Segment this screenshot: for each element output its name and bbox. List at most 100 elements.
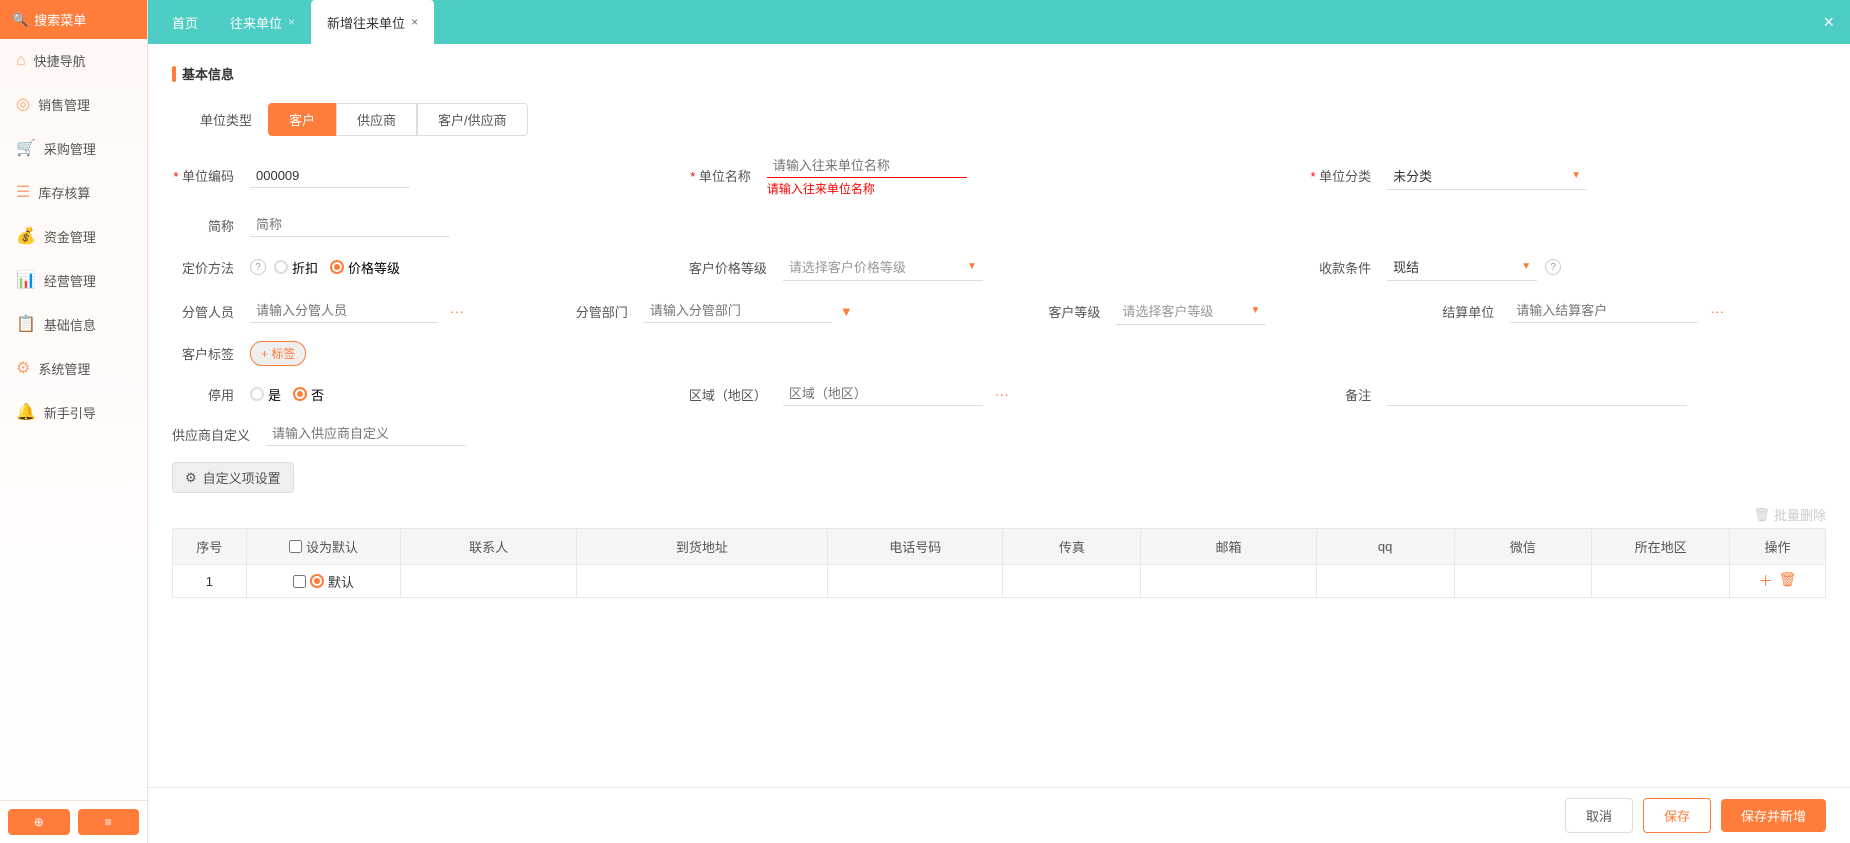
field-supplier-custom: 供应商自定义 (172, 422, 1826, 446)
customer-level-label: 客户等级 (1038, 302, 1108, 321)
unit-btn-supplier[interactable]: 供应商 (336, 103, 417, 136)
sidebar-item-system[interactable]: ⚙ 系统管理 (0, 346, 147, 390)
save-button[interactable]: 保存 (1643, 798, 1711, 833)
remark-input[interactable] (1387, 382, 1687, 406)
tab-contacts[interactable]: 往来单位 × (214, 0, 311, 44)
tab-new-contact[interactable]: 新增往来单位 × (311, 0, 434, 44)
customer-level-select[interactable]: 请选择客户等级 ▼ (1116, 297, 1266, 325)
qq-input[interactable] (1355, 574, 1415, 589)
default-label: 默认 (328, 572, 354, 591)
cell-qq[interactable] (1316, 565, 1454, 598)
short-name-input[interactable] (250, 213, 450, 237)
address-input[interactable] (642, 574, 762, 589)
email-input[interactable] (1188, 574, 1268, 589)
custom-settings-button[interactable]: ⚙ 自定义项设置 (172, 462, 294, 493)
region-cell-input[interactable] (1631, 574, 1691, 589)
inventory-icon: ☰ (16, 182, 30, 202)
sidebar-item-inventory[interactable]: ☰ 库存核算 (0, 170, 147, 214)
radio-no[interactable]: 否 (293, 385, 324, 404)
bottom-bar: 取消 保存 保存并新增 (148, 787, 1850, 843)
batch-delete-label[interactable]: 批量删除 (1774, 505, 1826, 524)
unit-name-input[interactable] (767, 154, 967, 178)
col-action: 操作 (1730, 529, 1826, 565)
region-dots-btn[interactable]: ··· (991, 386, 1013, 402)
pricing-radio-group: 折扣 价格等级 (274, 258, 400, 277)
region-input[interactable] (783, 382, 983, 406)
settlement-dots-btn[interactable]: ··· (1706, 303, 1728, 319)
wechat-input[interactable] (1493, 574, 1553, 589)
row-disable: 停用 是 否 区域（地区） ··· 备注 (172, 382, 1826, 406)
sidebar-item-quick-nav[interactable]: ⌂ 快捷导航 (0, 39, 147, 82)
pricing-method-help[interactable]: ? (250, 259, 266, 275)
cell-contact[interactable] (401, 565, 577, 598)
field-payment-terms: 收款条件 现结 ▼ ? (1309, 253, 1826, 281)
sidebar-item-basic-info[interactable]: 📋 基础信息 (0, 302, 147, 346)
customer-price-select[interactable]: 请选择客户价格等级 ▼ (783, 253, 983, 281)
unit-type-row: 单位类型 客户 供应商 客户/供应商 (172, 103, 1826, 136)
sidebar-item-operations[interactable]: 📊 经营管理 (0, 258, 147, 302)
cell-wechat[interactable] (1454, 565, 1592, 598)
sidebar-item-sales[interactable]: ◎ 销售管理 (0, 82, 147, 126)
cell-default: 默认 (246, 565, 401, 598)
contact-input[interactable] (449, 574, 529, 589)
search-menu-btn[interactable]: 🔍 搜索菜单 (0, 0, 147, 39)
col-email: 邮箱 (1141, 529, 1317, 565)
unit-category-value: 未分类 (1393, 166, 1432, 185)
manager-input[interactable] (250, 299, 438, 323)
tab-new-contact-close[interactable]: × (411, 15, 418, 29)
finance-icon: 💰 (16, 226, 36, 246)
field-tags: 客户标签 + 标签 (172, 341, 1826, 366)
unit-category-select[interactable]: 未分类 ▼ (1387, 162, 1587, 190)
cell-actions: ＋ 🗑 (1730, 565, 1826, 598)
tab-home[interactable]: 首页 (156, 0, 214, 44)
row-checkbox[interactable] (293, 575, 306, 588)
contact-table: 序号 设为默认 联系人 到货地址 电话号码 传真 邮箱 qq 微信 所在地区 (172, 528, 1826, 598)
field-pricing-method: 定价方法 ? 折扣 价格等级 (172, 258, 689, 277)
cell-region[interactable] (1592, 565, 1730, 598)
sidebar-bottom-btn1[interactable]: ⊕ (8, 809, 70, 835)
cell-fax[interactable] (1003, 565, 1141, 598)
unit-category-label: 单位分类 (1309, 166, 1379, 185)
radio-discount-circle (274, 260, 288, 274)
sidebar-label-inventory: 库存核算 (38, 183, 90, 202)
radio-yes[interactable]: 是 (250, 385, 281, 404)
tab-contacts-close[interactable]: × (288, 15, 295, 29)
unit-btn-customer[interactable]: 客户 (268, 103, 336, 136)
disable-label: 停用 (172, 385, 242, 404)
sidebar-item-purchase[interactable]: 🛒 采购管理 (0, 126, 147, 170)
radio-discount[interactable]: 折扣 (274, 258, 318, 277)
system-icon: ⚙ (16, 358, 30, 378)
radio-grade[interactable]: 价格等级 (330, 258, 400, 277)
row-supplier-custom: 供应商自定义 (172, 422, 1826, 446)
unit-btn-both[interactable]: 客户/供应商 (417, 103, 528, 136)
delete-row-btn[interactable]: 🗑 (1779, 571, 1797, 591)
region-label: 区域（地区） (689, 385, 775, 404)
sidebar-item-guide[interactable]: 🔔 新手引导 (0, 390, 147, 434)
settlement-input[interactable] (1510, 299, 1698, 323)
section-icon-bar (172, 66, 176, 82)
manager-dots-btn[interactable]: ··· (446, 303, 468, 319)
dept-input[interactable] (644, 299, 832, 323)
payment-terms-select[interactable]: 现结 ▼ (1387, 253, 1537, 281)
payment-terms-help[interactable]: ? (1545, 259, 1561, 275)
tag-add-button[interactable]: + 标签 (250, 341, 306, 366)
field-unit-category: 单位分类 未分类 ▼ (1309, 162, 1826, 190)
select-all-checkbox[interactable] (289, 540, 302, 553)
cancel-button[interactable]: 取消 (1565, 798, 1633, 833)
add-row-btn[interactable]: ＋ (1759, 571, 1773, 591)
save-new-button[interactable]: 保存并新增 (1721, 799, 1826, 832)
window-close-btn[interactable]: × (1815, 12, 1842, 33)
sidebar-item-finance[interactable]: 💰 资金管理 (0, 214, 147, 258)
cell-phone[interactable] (827, 565, 1003, 598)
default-radio[interactable]: 默认 (310, 572, 354, 591)
supplier-custom-input[interactable] (266, 422, 466, 446)
col-default: 设为默认 (246, 529, 401, 565)
customer-level-placeholder: 请选择客户等级 (1122, 301, 1213, 320)
field-short-name: 简称 (172, 213, 1826, 237)
main-area: 首页 往来单位 × 新增往来单位 × × 基本信息 单位类型 客户 供应商 客户… (148, 0, 1850, 843)
cell-email[interactable] (1141, 565, 1317, 598)
fax-input[interactable] (1042, 574, 1102, 589)
sidebar-bottom-btn2[interactable]: ≡ (78, 809, 140, 835)
cell-address[interactable] (576, 565, 827, 598)
phone-input[interactable] (875, 574, 955, 589)
